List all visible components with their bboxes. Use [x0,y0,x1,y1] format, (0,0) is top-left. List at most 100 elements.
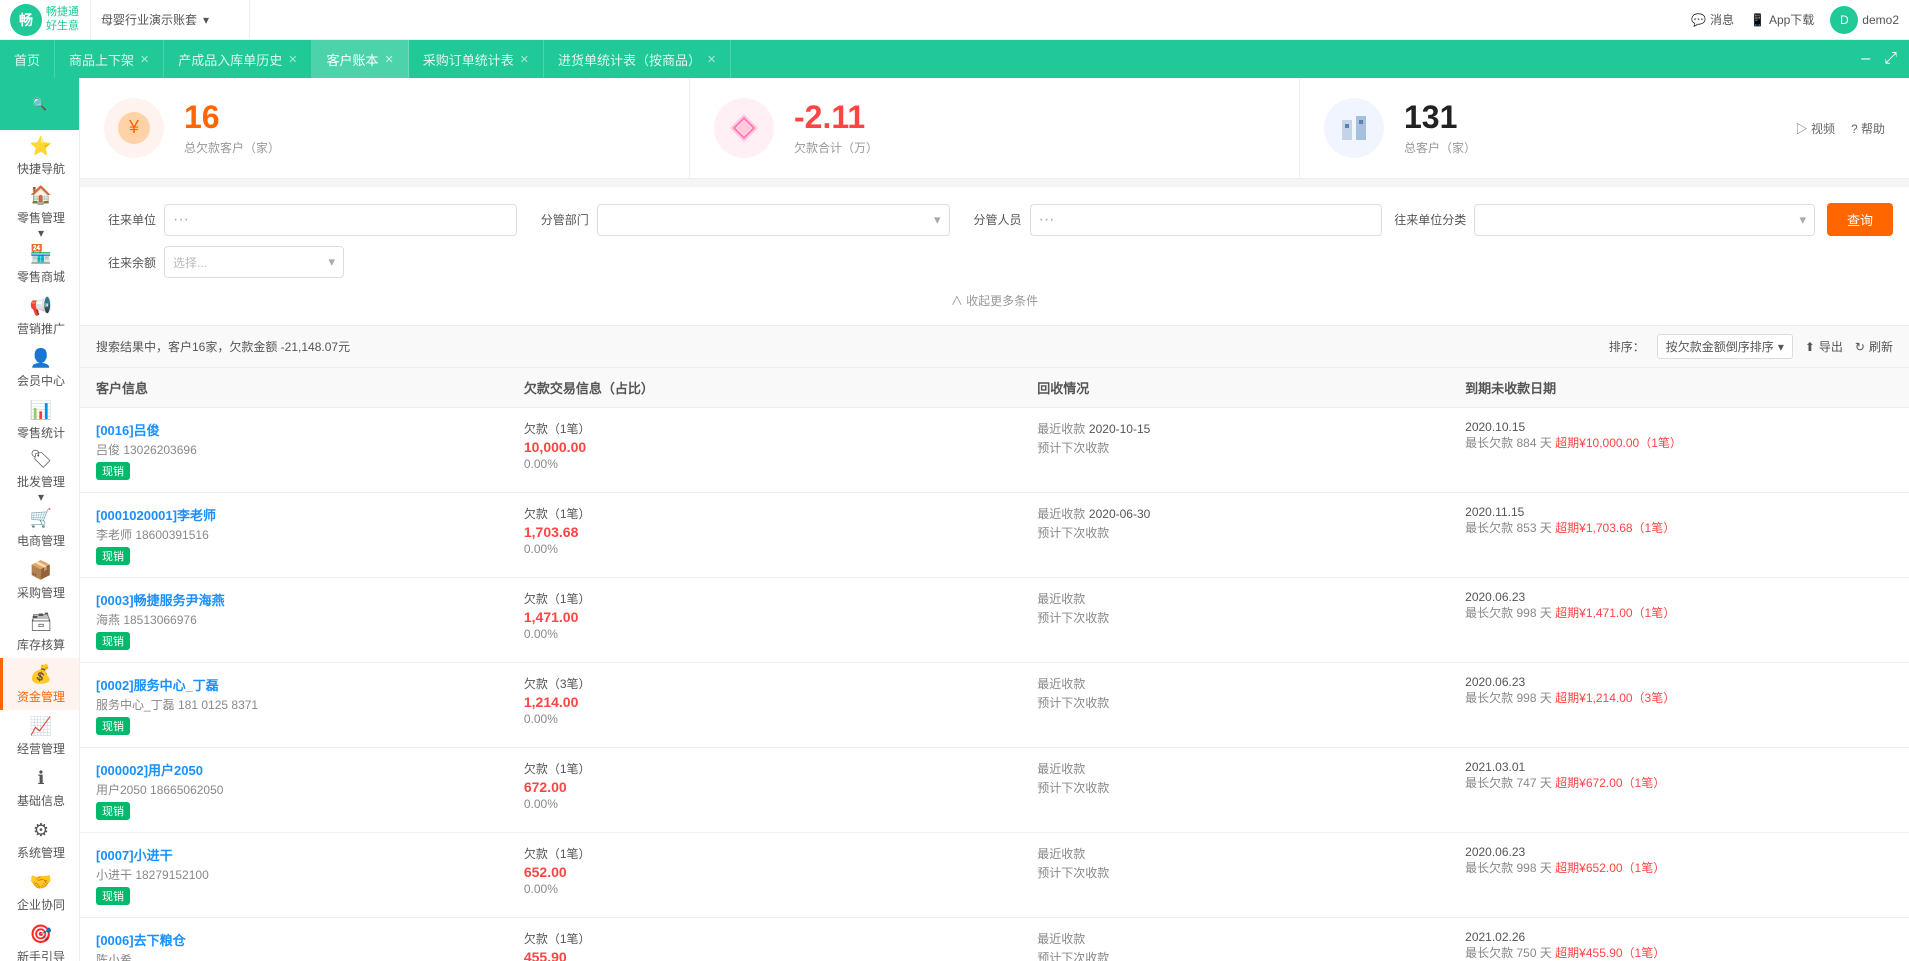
help-btn[interactable]: ? 帮助 [1851,120,1885,137]
app-download-btn[interactable]: 📱 App下载 [1750,11,1814,28]
overdue-link-3[interactable]: 超期¥1,471.00（1笔） [1555,606,1675,620]
sidebar-item-guide[interactable]: 🎯 新手引导 [0,918,79,961]
refresh-button[interactable]: ↻ 刷新 [1855,338,1893,355]
tab-products[interactable]: 商品上下架 ✕ [55,40,164,78]
top-header: 畅 畅捷通好生意 母婴行业演示账套 ▾ 💬 消息 📱 App下载 D demo2 [0,0,1909,40]
sidebar-item-retail-stats[interactable]: 📊 零售统计 [0,394,79,446]
user-avatar-btn[interactable]: D demo2 [1830,6,1899,34]
tab-maximize-icon[interactable]: ⤢ [1880,48,1901,70]
tab-purchase-close[interactable]: ✕ [520,53,529,66]
overdue-link-5[interactable]: 超期¥672.00（1笔） [1555,776,1665,790]
recovery-label-7: 最近收款 [1037,932,1085,946]
filter-manager-input[interactable]: ··· [1030,204,1383,236]
finance-icon: 💰 [30,664,52,685]
customer-cell-3: [0003]畅捷服务尹海燕 海燕 18513066976 现销 [96,590,524,650]
tab-customer-ledger[interactable]: 客户账本 ✕ [312,40,408,78]
filter-row-2: 往来余额 选择... ▾ [96,246,1893,278]
debt-amount-6[interactable]: 652.00 [524,864,1037,880]
filter-balance-select[interactable]: 选择... ▾ [164,246,344,278]
sidebar-item-operations[interactable]: 📈 经营管理 [0,710,79,762]
debt-cell-7: 欠款（1笔） 455.90 0.00% [524,930,1037,961]
filter-source-unit-input[interactable]: ··· [164,204,517,236]
customer-name-3[interactable]: [0003]畅捷服务尹海燕 [96,593,225,608]
overdue-date-1: 2020.10.15 [1465,420,1893,434]
tab-customer-close[interactable]: ✕ [385,53,394,66]
stat-number-total: 131 [1404,101,1476,133]
sidebar-item-ecommerce[interactable]: 🛒 电商管理 [0,502,79,554]
debt-amount-1[interactable]: 10,000.00 [524,439,1037,455]
query-button[interactable]: 查询 [1827,203,1893,236]
sidebar-item-batch-mgmt[interactable]: 🏷 批发管理 ▾ [0,450,79,502]
header-right: 💬 消息 📱 App下载 D demo2 [1691,6,1899,34]
diamond-icon [726,110,762,146]
stat-info-3: 131 总客户（家） [1404,101,1476,156]
tab-home-label: 首页 [14,50,40,69]
search-menu-btn[interactable]: 🔍 [0,78,79,130]
money-icon: ¥ [116,110,152,146]
system-label: 系统管理 [17,844,65,861]
tab-goods-stats[interactable]: 进货单统计表（按商品） ✕ [544,40,731,78]
collapse-btn[interactable]: ∧ 收起更多条件 [96,288,1893,317]
customer-name-7[interactable]: [0006]去下粮仓 [96,933,186,948]
sidebar-item-member[interactable]: 👤 会员中心 [0,342,79,394]
sidebar-item-retail-store[interactable]: 🏪 零售商城 [0,238,79,290]
overdue-cell-5: 2021.03.01 最长欠款 747 天 超期¥672.00（1笔） [1465,760,1893,791]
sidebar-item-system[interactable]: ⚙ 系统管理 [0,814,79,866]
sidebar-item-purchase[interactable]: 📦 采购管理 [0,554,79,606]
overdue-link-4[interactable]: 超期¥1,214.00（3笔） [1555,691,1675,705]
sidebar-item-finance[interactable]: 💰 资金管理 [0,658,79,710]
debt-count-5: 欠款（1笔） [524,760,1037,777]
tab-products-close[interactable]: ✕ [140,53,149,66]
sidebar-item-quick-nav[interactable]: ⭐ 快捷导航 [0,130,79,182]
customer-tag-4: 现销 [96,717,130,735]
tab-goods-close[interactable]: ✕ [707,53,716,66]
sidebar-item-inventory[interactable]: 🗃 库存核算 [0,606,79,658]
sidebar-item-retail-mgmt[interactable]: 🏠 零售管理 ▾ [0,186,79,238]
export-button[interactable]: ⬆ 导出 [1805,338,1843,355]
inventory-label: 库存核算 [17,636,65,653]
debt-amount-2[interactable]: 1,703.68 [524,524,1037,540]
sidebar-item-enterprise[interactable]: 🤝 企业协同 [0,866,79,918]
sidebar-item-basic-info[interactable]: ℹ 基础信息 [0,762,79,814]
debt-amount-7[interactable]: 455.90 [524,949,1037,961]
customer-name-4[interactable]: [0002]服务中心_丁磊 [96,678,219,693]
store-selector[interactable]: 母婴行业演示账套 ▾ [90,0,250,39]
tab-customer-label: 客户账本 [326,50,378,69]
debt-amount-3[interactable]: 1,471.00 [524,609,1037,625]
retail-mgmt-label: 零售管理 [17,209,65,226]
customer-name-1[interactable]: [0016]吕俊 [96,423,160,438]
overdue-link-2[interactable]: 超期¥1,703.68（1笔） [1555,521,1675,535]
filter-dept-label: 分管部门 [529,211,589,228]
debt-count-4: 欠款（3笔） [524,675,1037,692]
customer-name-2[interactable]: [0001020001]李老师 [96,508,216,523]
tab-home[interactable]: 首页 [0,40,55,78]
video-btn[interactable]: ▷ 视频 [1796,120,1835,137]
customer-name-5[interactable]: [000002]用户2050 [96,763,203,778]
filter-dept-select[interactable]: ▾ [597,204,950,236]
message-btn[interactable]: 💬 消息 [1691,11,1734,28]
customer-name-6[interactable]: [0007]小进干 [96,848,173,863]
debt-amount-4[interactable]: 1,214.00 [524,694,1037,710]
logo-area: 畅 畅捷通好生意 [10,4,90,36]
message-label: 消息 [1710,11,1734,28]
filter-category-select[interactable]: ▾ [1474,204,1815,236]
overdue-link-7[interactable]: 超期¥455.90（1笔） [1555,946,1665,960]
debt-amount-5[interactable]: 672.00 [524,779,1037,795]
overdue-link-1[interactable]: 超期¥10,000.00（1笔） [1555,436,1682,450]
recovery-label-6: 最近收款 [1037,847,1085,861]
sidebar-item-marketing[interactable]: 📢 营销推广 [0,290,79,342]
overdue-link-6[interactable]: 超期¥652.00（1笔） [1555,861,1665,875]
filter-row-1: 往来单位 ··· 分管部门 ▾ 分管人员 ··· [96,203,1893,236]
tab-minimize-icon[interactable]: – [1857,48,1874,70]
customer-phone-6: 小进干 18279152100 [96,866,524,883]
sort-button[interactable]: 按欠款金额倒序排序 ▾ [1657,334,1793,359]
debt-cell-3: 欠款（1笔） 1,471.00 0.00% [524,590,1037,641]
tab-production[interactable]: 产成品入库单历史 ✕ [164,40,312,78]
overdue-cell-4: 2020.06.23 最长欠款 998 天 超期¥1,214.00（3笔） [1465,675,1893,706]
tab-production-close[interactable]: ✕ [288,53,297,66]
guide-icon: 🎯 [30,924,52,945]
filter-balance-text: 选择... [173,254,328,271]
overdue-date-2: 2020.11.15 [1465,505,1893,519]
filter-source-unit-label: 往来单位 [96,211,156,228]
tab-purchase[interactable]: 采购订单统计表 ✕ [409,40,544,78]
